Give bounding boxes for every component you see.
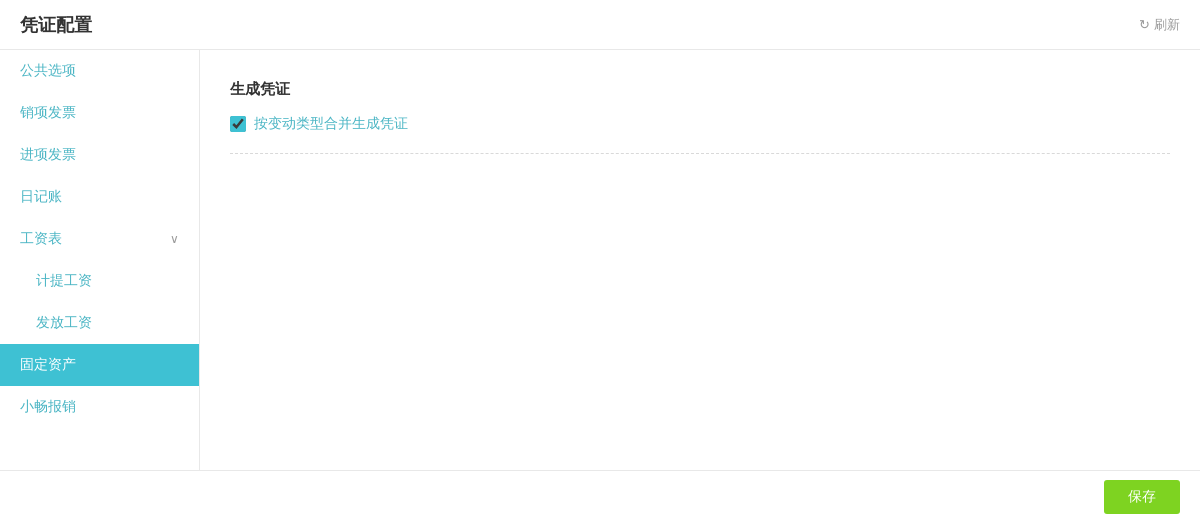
sidebar-item-petty-expense[interactable]: 小畅报销: [0, 386, 199, 428]
footer: 保存: [0, 470, 1200, 522]
chevron-down-icon: ∨: [170, 232, 179, 246]
sidebar-label-payroll-pay: 发放工资: [36, 314, 92, 332]
sidebar: 公共选项销项发票进项发票日记账工资表 ∨ 计提工资发放工资固定资产小畅报销: [0, 50, 200, 470]
sidebar-item-payroll-table[interactable]: 工资表 ∨: [0, 218, 199, 260]
sidebar-label-petty-expense: 小畅报销: [20, 398, 76, 416]
sidebar-item-payroll-calc[interactable]: 计提工资: [0, 260, 199, 302]
sidebar-label-payroll-table: 工资表: [20, 230, 62, 248]
main-layout: 公共选项销项发票进项发票日记账工资表 ∨ 计提工资发放工资固定资产小畅报销 生成凭证…: [0, 50, 1200, 470]
sidebar-item-payroll-pay[interactable]: 发放工资: [0, 302, 199, 344]
merge-by-type-checkbox[interactable]: [230, 116, 246, 132]
section-divider: [230, 153, 1170, 154]
refresh-icon: ↻: [1139, 17, 1150, 32]
content-area: 生成凭证 按变动类型合并生成凭证: [200, 50, 1200, 470]
refresh-button[interactable]: ↻ 刷新: [1139, 16, 1180, 34]
sidebar-item-journal[interactable]: 日记账: [0, 176, 199, 218]
sidebar-label-sales-invoice: 销项发票: [20, 104, 76, 122]
header: 凭证配置 ↻ 刷新: [0, 0, 1200, 50]
sidebar-label-payroll-calc: 计提工资: [36, 272, 92, 290]
sidebar-item-purchase-invoice[interactable]: 进项发票: [0, 134, 199, 176]
sidebar-label-journal: 日记账: [20, 188, 62, 206]
refresh-label: 刷新: [1154, 16, 1180, 34]
sidebar-item-sales-invoice[interactable]: 销项发票: [0, 92, 199, 134]
page-title: 凭证配置: [20, 13, 92, 37]
checkbox-row: 按变动类型合并生成凭证: [230, 115, 1170, 133]
sidebar-item-fixed-assets[interactable]: 固定资产: [0, 344, 199, 386]
merge-by-type-label[interactable]: 按变动类型合并生成凭证: [254, 115, 408, 133]
sidebar-label-fixed-assets: 固定资产: [20, 356, 76, 374]
section-title: 生成凭证: [230, 80, 1170, 99]
sidebar-label-public-options: 公共选项: [20, 62, 76, 80]
sidebar-item-public-options[interactable]: 公共选项: [0, 50, 199, 92]
save-button[interactable]: 保存: [1104, 480, 1180, 514]
sidebar-label-purchase-invoice: 进项发票: [20, 146, 76, 164]
